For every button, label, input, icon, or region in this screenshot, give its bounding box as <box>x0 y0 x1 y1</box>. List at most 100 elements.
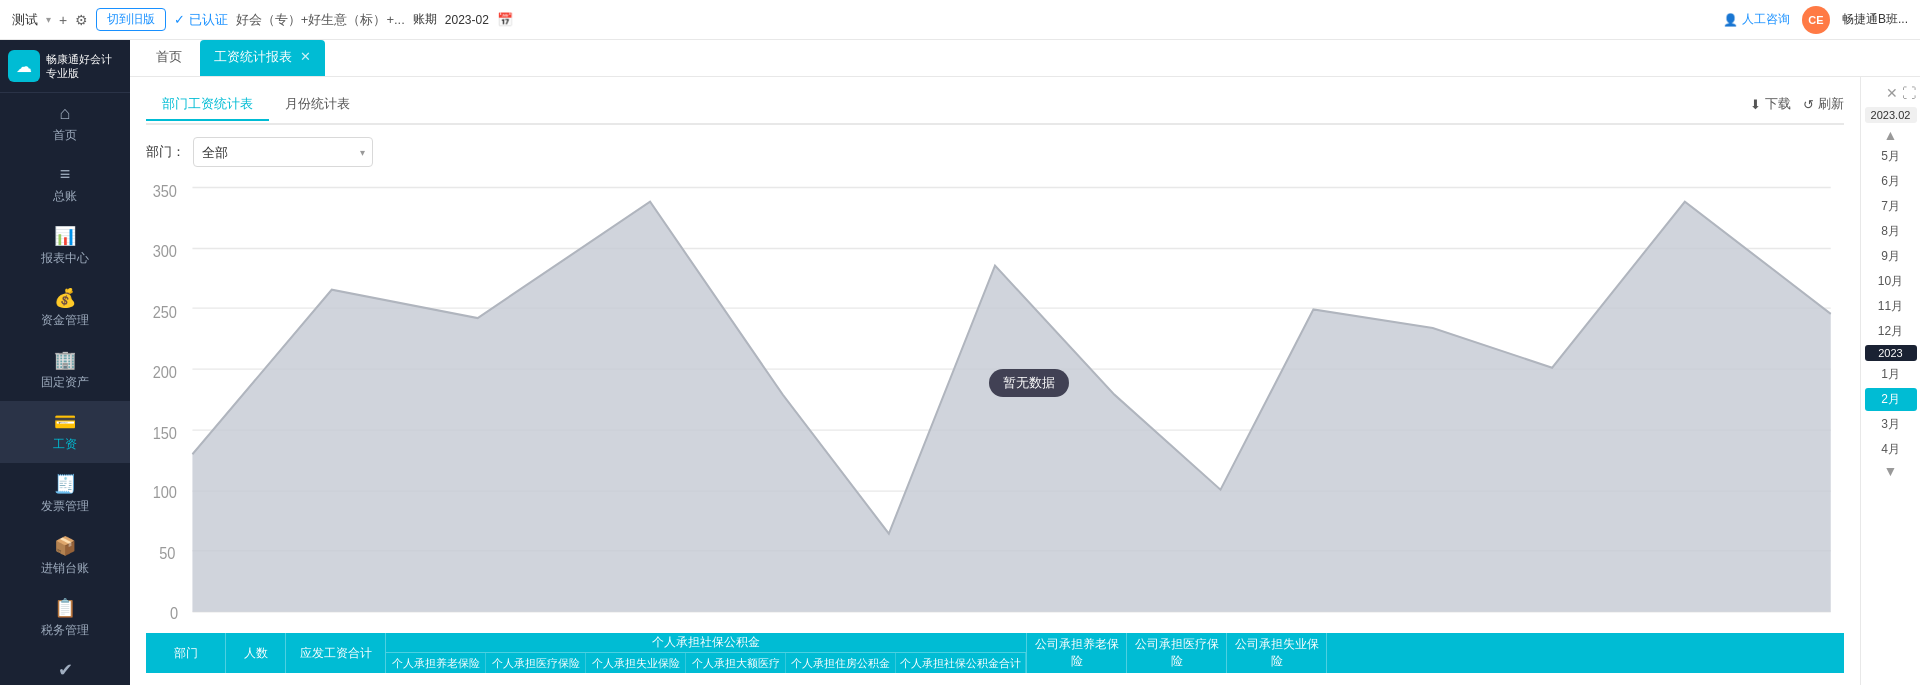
home-icon: ⌂ <box>60 103 71 124</box>
svg-text:300: 300 <box>153 243 177 261</box>
year-label[interactable]: 2023.02 <box>1865 107 1917 123</box>
sub-tab-monthly[interactable]: 月份统计表 <box>269 89 366 121</box>
sidebar-item-label: 税务管理 <box>41 622 89 639</box>
add-icon[interactable]: + <box>59 12 67 28</box>
sidebar-item-label: 发票管理 <box>41 498 89 515</box>
year-2023-label: 2023 <box>1865 345 1917 361</box>
month-11[interactable]: 11月 <box>1865 295 1917 318</box>
main-panel: 部门工资统计表 月份统计表 ⬇ 下载 ↺ 刷新 <box>130 77 1860 685</box>
tab-home[interactable]: 首页 <box>142 40 196 76</box>
close-panel-icon[interactable]: ✕ <box>1886 85 1898 101</box>
chevron-down-icon[interactable]: ▾ <box>46 14 51 25</box>
month-8[interactable]: 8月 <box>1865 220 1917 243</box>
month-7[interactable]: 7月 <box>1865 195 1917 218</box>
download-button[interactable]: ⬇ 下载 <box>1750 95 1791 113</box>
sidebar-item-ledger[interactable]: ≡ 总账 <box>0 154 130 215</box>
ai-consult-label: 人工咨询 <box>1742 11 1790 28</box>
svg-text:100: 100 <box>153 484 177 502</box>
chart-area: 0 50 100 150 200 250 300 350 <box>146 179 1844 633</box>
main-layout: ☁ 畅康通好会计 专业版 ⌂ 首页 ≡ 总账 📊 报表中心 💰 资金管理 🏢 固… <box>0 40 1920 685</box>
dept-label: 部门： <box>146 143 185 161</box>
month-4[interactable]: 4月 <box>1865 438 1917 461</box>
user-name: 畅捷通B班... <box>1842 11 1908 28</box>
sidebar-item-assets[interactable]: 🏢 固定资产 <box>0 339 130 401</box>
sidebar-item-label: 总账 <box>53 188 77 205</box>
reports-icon: 📊 <box>54 225 76 247</box>
col-personal-total: 个人承担社保公积金合计 <box>896 653 1026 673</box>
month-1[interactable]: 1月 <box>1865 363 1917 386</box>
download-label: 下载 <box>1765 95 1791 113</box>
col-personal-large-medical: 个人承担大额医疗 <box>686 653 786 673</box>
sidebar-item-checkout[interactable]: ✔ 结账 <box>0 649 130 685</box>
invoices-icon: 🧾 <box>54 473 76 495</box>
col-group-personal-label: 个人承担社保公积金 <box>386 633 1026 653</box>
month-2[interactable]: 2月 <box>1865 388 1917 411</box>
svg-text:50: 50 <box>159 545 175 563</box>
col-personal-housing-fund: 个人承担住房公积金 <box>786 653 896 673</box>
sidebar-item-label: 进销台账 <box>41 560 89 577</box>
sidebar-item-funds[interactable]: 💰 资金管理 <box>0 277 130 339</box>
month-5[interactable]: 5月 <box>1865 145 1917 168</box>
table-footer: 部门 人数 应发工资合计 个人承担社保公积金 个人承担养老保险 个人承担医疗保险… <box>146 633 1844 673</box>
month-6[interactable]: 6月 <box>1865 170 1917 193</box>
tags: 好会（专）+好生意（标）+... <box>236 11 405 29</box>
sidebar-item-label: 首页 <box>53 127 77 144</box>
col-personal-pension: 个人承担养老保险 <box>386 653 486 673</box>
tab-close-icon[interactable]: ✕ <box>300 49 311 64</box>
right-panel: ✕ ⛶ 2023.02 ▲ 5月 6月 7月 8月 9月 10月 11月 12月… <box>1860 77 1920 685</box>
col-group-personal: 个人承担社保公积金 个人承担养老保险 个人承担医疗保险 个人承担失业保险 个人承… <box>386 633 1027 673</box>
sub-tab-dept[interactable]: 部门工资统计表 <box>146 89 269 121</box>
tab-salary-report[interactable]: 工资统计报表 ✕ <box>200 40 325 76</box>
assets-icon: 🏢 <box>54 349 76 371</box>
header-right: 👤 人工咨询 CE 畅捷通B班... <box>1723 6 1908 34</box>
ledger-icon: ≡ <box>60 164 71 185</box>
nav-down-arrow[interactable]: ▼ <box>1865 463 1917 479</box>
refresh-label: 刷新 <box>1818 95 1844 113</box>
col-personal-unemployment: 个人承担失业保险 <box>586 653 686 673</box>
logo-sub: 专业版 <box>46 66 112 80</box>
sidebar-item-salary[interactable]: 💳 工资 <box>0 401 130 463</box>
col-personal-medical: 个人承担医疗保险 <box>486 653 586 673</box>
dept-select[interactable]: 全部 <box>193 137 373 167</box>
settings-icon[interactable]: ⚙ <box>75 12 88 28</box>
logo-text-block: 畅康通好会计 专业版 <box>46 52 112 81</box>
nav-up-arrow[interactable]: ▲ <box>1865 127 1917 143</box>
svg-text:0: 0 <box>170 604 178 622</box>
header-left: 测试 ▾ + ⚙ 切到旧版 ✓ 已认证 好会（专）+好生意（标）+... 账期 … <box>12 8 1715 31</box>
month-9[interactable]: 9月 <box>1865 245 1917 268</box>
ai-consult-button[interactable]: 👤 人工咨询 <box>1723 11 1790 28</box>
sidebar-item-home[interactable]: ⌂ 首页 <box>0 93 130 154</box>
right-panel-controls: ✕ ⛶ <box>1861 85 1920 101</box>
refresh-button[interactable]: ↺ 刷新 <box>1803 95 1844 113</box>
toolbar-right: ⬇ 下载 ↺ 刷新 <box>1750 95 1844 113</box>
expand-panel-icon[interactable]: ⛶ <box>1902 85 1916 101</box>
avatar[interactable]: CE <box>1802 6 1830 34</box>
switch-button[interactable]: 切到旧版 <box>96 8 166 31</box>
month-12[interactable]: 12月 <box>1865 320 1917 343</box>
sidebar-item-invoices[interactable]: 🧾 发票管理 <box>0 463 130 525</box>
month-3[interactable]: 3月 <box>1865 413 1917 436</box>
toolbar-left: 部门： 全部 ▾ <box>146 137 373 167</box>
chart-polygon <box>192 202 1830 612</box>
calendar-icon[interactable]: 📅 <box>497 12 513 27</box>
period-label: 账期 <box>413 11 437 28</box>
test-label: 测试 <box>12 11 38 29</box>
sidebar-item-label: 报表中心 <box>41 250 89 267</box>
sidebar-logo: ☁ 畅康通好会计 专业版 <box>0 40 130 93</box>
tax-icon: 📋 <box>54 597 76 619</box>
sidebar-item-tax[interactable]: 📋 税务管理 <box>0 587 130 649</box>
checkout-icon: ✔ <box>58 659 73 681</box>
svg-text:350: 350 <box>153 183 177 201</box>
sub-tabs: 部门工资统计表 月份统计表 <box>146 89 366 119</box>
sidebar-item-reports[interactable]: 📊 报表中心 <box>0 215 130 277</box>
sales-icon: 📦 <box>54 535 76 557</box>
svg-text:250: 250 <box>153 304 177 322</box>
month-10[interactable]: 10月 <box>1865 270 1917 293</box>
logo-name: 畅康通好会计 <box>46 52 112 66</box>
sidebar-item-label: 工资 <box>53 436 77 453</box>
dept-select-wrapper[interactable]: 全部 ▾ <box>193 137 373 167</box>
download-icon: ⬇ <box>1750 97 1761 112</box>
sidebar-item-sales[interactable]: 📦 进销台账 <box>0 525 130 587</box>
col-dept: 部门 <box>146 633 226 673</box>
tab-bar: 首页 工资统计报表 ✕ <box>130 40 1920 77</box>
